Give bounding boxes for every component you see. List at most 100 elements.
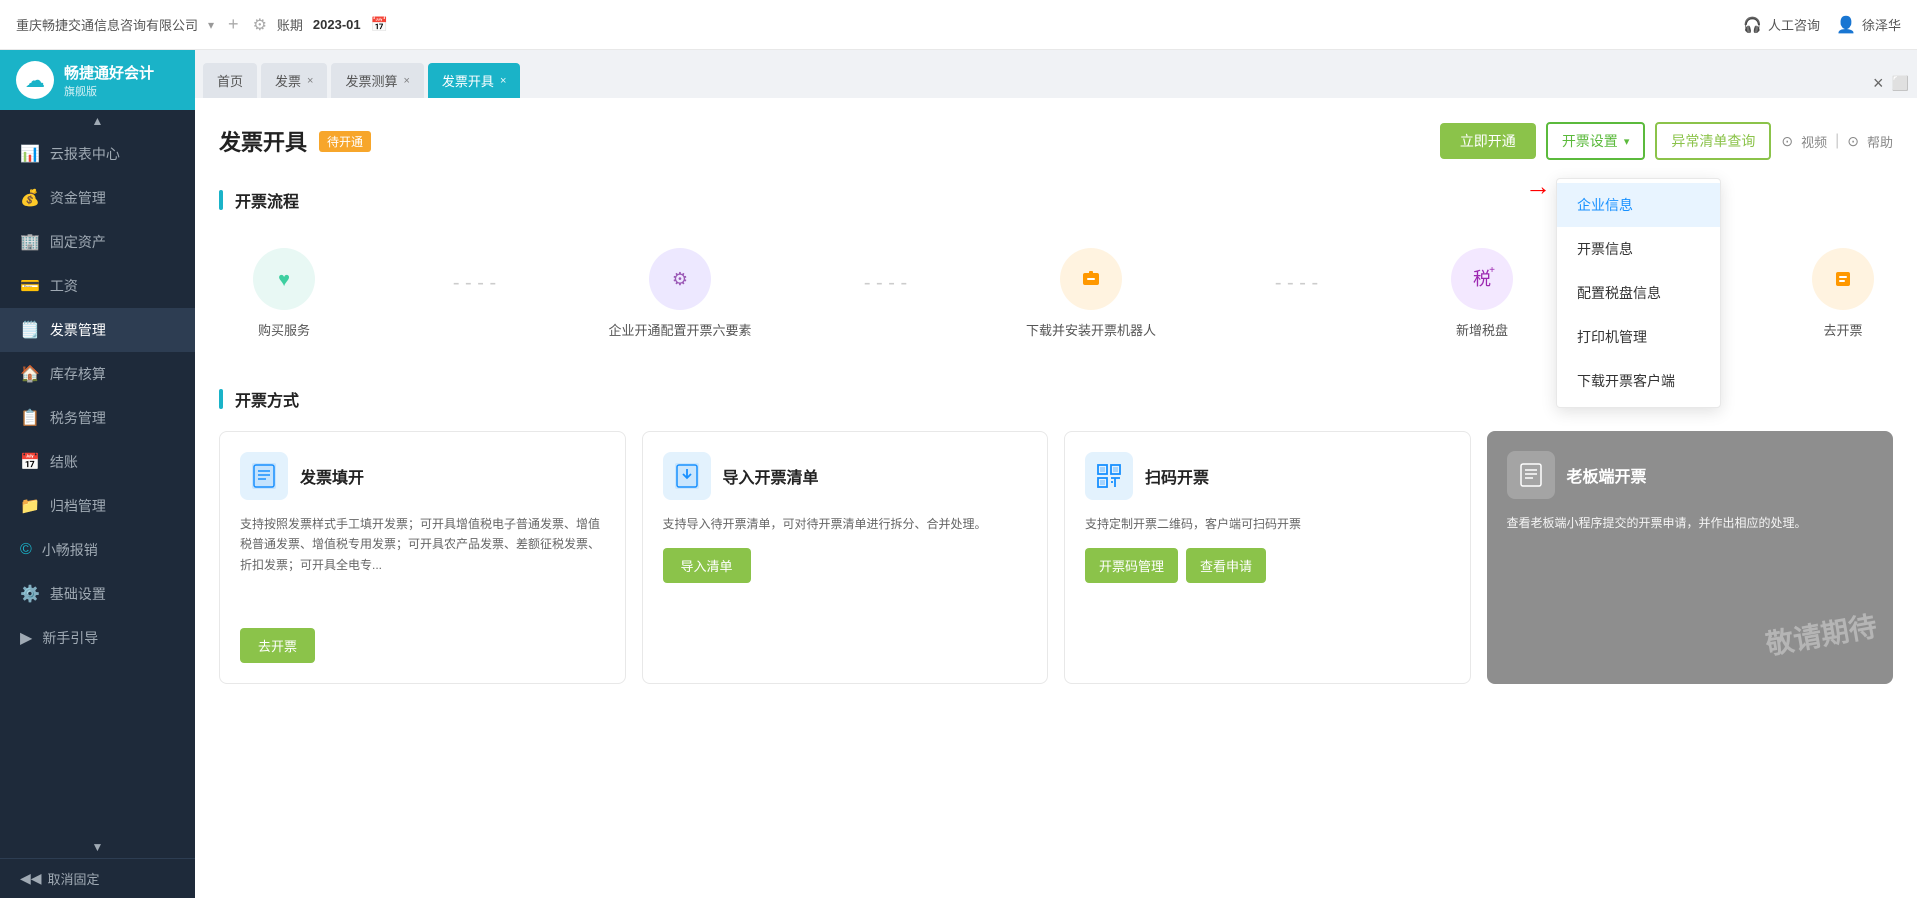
sidebar-item-gudingzichan[interactable]: 🏢 固定资产 xyxy=(0,220,195,264)
page-content: 发票开具 待开通 立即开通 开票设置 ▾ 异常清单查询 ⊙ 视频 | ⊙ xyxy=(195,98,1917,898)
maximize-window-btn[interactable]: ⬜ xyxy=(1892,75,1909,92)
sidebar-bottom-action[interactable]: ◀◀ 取消固定 xyxy=(0,858,195,898)
anomaly-btn[interactable]: 异常清单查询 xyxy=(1655,122,1771,160)
company-name[interactable]: 重庆畅捷交通信息咨询有限公司 xyxy=(16,15,198,34)
sidebar-item-jichushezhi-label: 基础设置 xyxy=(50,584,106,604)
sidebar-item-fapiao-label: 发票管理 xyxy=(50,320,106,340)
sidebar-item-guidang[interactable]: 📁 归档管理 xyxy=(0,484,195,528)
tab-fapiao-cesuan-close[interactable]: × xyxy=(403,75,409,87)
sidebar-item-xiaochang[interactable]: © 小畅报销 xyxy=(0,528,195,572)
logo-text: 畅捷通好会计 xyxy=(64,62,154,83)
sidebar-item-jiezhang[interactable]: 📅 结账 xyxy=(0,440,195,484)
sidebar-bottom-label: 取消固定 xyxy=(48,869,100,888)
sidebar-item-shuiwu[interactable]: 📋 税务管理 xyxy=(0,396,195,440)
header-actions: 立即开通 开票设置 ▾ 异常清单查询 ⊙ 视频 | ⊙ 帮助 xyxy=(1440,122,1893,160)
jiezhang-icon: 📅 xyxy=(20,452,40,472)
user-name: 徐泽华 xyxy=(1862,15,1901,34)
tab-fapiao-close[interactable]: × xyxy=(307,75,313,87)
scan-title: 扫码开票 xyxy=(1145,464,1209,488)
import-desc: 支持导入待开票清单，可对待开票清单进行拆分、合并处理。 xyxy=(663,514,1028,534)
headset-icon: 🎧 xyxy=(1743,16,1762,34)
page-title: 发票开具 xyxy=(219,125,307,157)
import-title: 导入开票清单 xyxy=(723,464,819,488)
logo-icon: ☁ xyxy=(16,61,54,99)
dropdown-item-xiazai[interactable]: 下载开票客户端 xyxy=(1557,359,1720,403)
sidebar-item-guidang-label: 归档管理 xyxy=(50,496,106,516)
dropdown-item-qiyexinxi[interactable]: 企业信息 xyxy=(1557,183,1720,227)
activate-btn[interactable]: 立即开通 xyxy=(1440,123,1536,159)
gudingzichan-icon: 🏢 xyxy=(20,232,40,252)
sidebar-item-gudingzichan-label: 固定资产 xyxy=(50,232,106,252)
sidebar-item-fapiao[interactable]: 🗒️ 发票管理 xyxy=(0,308,195,352)
help-label: 帮助 xyxy=(1867,132,1893,151)
dropdown-item-peizhi[interactable]: 配置税盘信息 xyxy=(1557,271,1720,315)
top-bar: 重庆畅捷交通信息咨询有限公司 ▾ + ⚙ 账期 2023-01 📅 🎧 人工咨询… xyxy=(0,0,1917,50)
sidebar-item-gongzi-label: 工资 xyxy=(50,276,78,296)
fill-title: 发票填开 xyxy=(300,464,364,488)
sidebar-item-zijin[interactable]: 💰 资金管理 xyxy=(0,176,195,220)
scan-icon-wrap xyxy=(1085,452,1133,500)
company-dropdown-icon[interactable]: ▾ xyxy=(208,18,214,32)
user-icon: 👤 xyxy=(1836,15,1856,35)
main-layout: ☁ 畅捷通好会计 旗舰版 ▲ 📊 云报表中心 💰 资金管理 🏢 固定资产 xyxy=(0,50,1917,898)
shuiwu-icon: 📋 xyxy=(20,408,40,428)
import-btn[interactable]: 导入清单 xyxy=(663,548,751,583)
dropdown-item-dayinji[interactable]: 打印机管理 xyxy=(1557,315,1720,359)
sidebar-item-jichushezhi[interactable]: ⚙️ 基础设置 xyxy=(0,572,195,616)
add-tab-icon[interactable]: + xyxy=(228,14,239,35)
step2-icon: ⚙ xyxy=(649,248,711,310)
close-window-btn[interactable]: × xyxy=(1873,73,1884,94)
method-scan-header: 扫码开票 xyxy=(1085,452,1450,500)
scan-btns: 开票码管理 查看申请 xyxy=(1085,548,1450,583)
settings-btn[interactable]: 开票设置 ▾ xyxy=(1546,122,1646,160)
yunbao-icon: 📊 xyxy=(20,144,40,164)
import-icon-wrap xyxy=(663,452,711,500)
process-step-4: 税+ 新增税盘 xyxy=(1422,248,1542,339)
content-area: 首页 发票 × 发票测算 × 发票开具 × × ⬜ xyxy=(195,50,1917,898)
settings-icon[interactable]: ⚙ xyxy=(253,15,267,35)
process-step-1: ♥ 购买服务 xyxy=(219,248,349,339)
tab-fapiao-kaiju-label: 发票开具 xyxy=(442,71,494,90)
xiaochang-icon: © xyxy=(20,541,32,559)
tab-fapiao-cesuang[interactable]: 发票测算 × xyxy=(331,63,423,98)
scan-btn1[interactable]: 开票码管理 xyxy=(1085,548,1178,583)
dropdown-menu: 企业信息 开票信息 配置税盘信息 打印机管理 下载开票客户端 xyxy=(1556,178,1721,408)
step5-label: 去开票 xyxy=(1823,320,1862,339)
period-value: 2023-01 xyxy=(313,17,361,32)
divider: | xyxy=(1835,132,1839,150)
sidebar-item-gongzi[interactable]: 💳 工资 xyxy=(0,264,195,308)
calendar-icon[interactable]: 📅 xyxy=(371,16,388,33)
user-info[interactable]: 👤 徐泽华 xyxy=(1836,15,1901,35)
tab-home[interactable]: 首页 xyxy=(203,63,257,98)
tab-fapiao-label: 发票 xyxy=(275,71,301,90)
sidebar-scroll-up[interactable]: ▲ xyxy=(0,110,195,132)
human-consult-btn[interactable]: 🎧 人工咨询 xyxy=(1743,15,1820,34)
step5-icon xyxy=(1812,248,1874,310)
sidebar-scroll-down[interactable]: ▼ xyxy=(0,836,195,858)
play-circle-icon: ⊙ xyxy=(1781,133,1793,150)
sidebar-item-yunbao[interactable]: 📊 云报表中心 xyxy=(0,132,195,176)
fill-btn[interactable]: 去开票 xyxy=(240,628,315,663)
process-arrow-3: - - - - xyxy=(1171,272,1422,315)
tab-fapiao-kaiju[interactable]: 发票开具 × xyxy=(428,63,520,98)
scan-btn2[interactable]: 查看申请 xyxy=(1186,548,1266,583)
kucun-icon: 🏠 xyxy=(20,364,40,384)
dropdown-item-kaipiaoxinxi[interactable]: 开票信息 xyxy=(1557,227,1720,271)
sidebar-item-xinshou-label: 新手引导 xyxy=(42,628,98,648)
process-title: 开票流程 xyxy=(235,188,299,212)
zijin-icon: 💰 xyxy=(20,188,40,208)
step3-icon xyxy=(1060,248,1122,310)
tab-fapiao[interactable]: 发票 × xyxy=(261,63,327,98)
human-consult-label: 人工咨询 xyxy=(1768,15,1820,34)
step3-label: 下载并安装开票机器人 xyxy=(1026,320,1156,339)
sidebar-item-kucun[interactable]: 🏠 库存核算 xyxy=(0,352,195,396)
method-fill-header: 发票填开 xyxy=(240,452,605,500)
process-step-2: ⚙ 企业开通配置开票六要素 xyxy=(600,248,760,339)
sidebar-item-xinshou[interactable]: ▶ 新手引导 xyxy=(0,616,195,660)
jichushezhi-icon: ⚙️ xyxy=(20,584,40,604)
video-help-area[interactable]: ⊙ 视频 | ⊙ 帮助 xyxy=(1781,132,1893,151)
step4-icon: 税+ xyxy=(1451,248,1513,310)
tab-fapiao-kaiju-close[interactable]: × xyxy=(500,75,506,87)
sidebar-item-zijin-label: 资金管理 xyxy=(50,188,106,208)
window-controls: × ⬜ xyxy=(1873,73,1909,98)
